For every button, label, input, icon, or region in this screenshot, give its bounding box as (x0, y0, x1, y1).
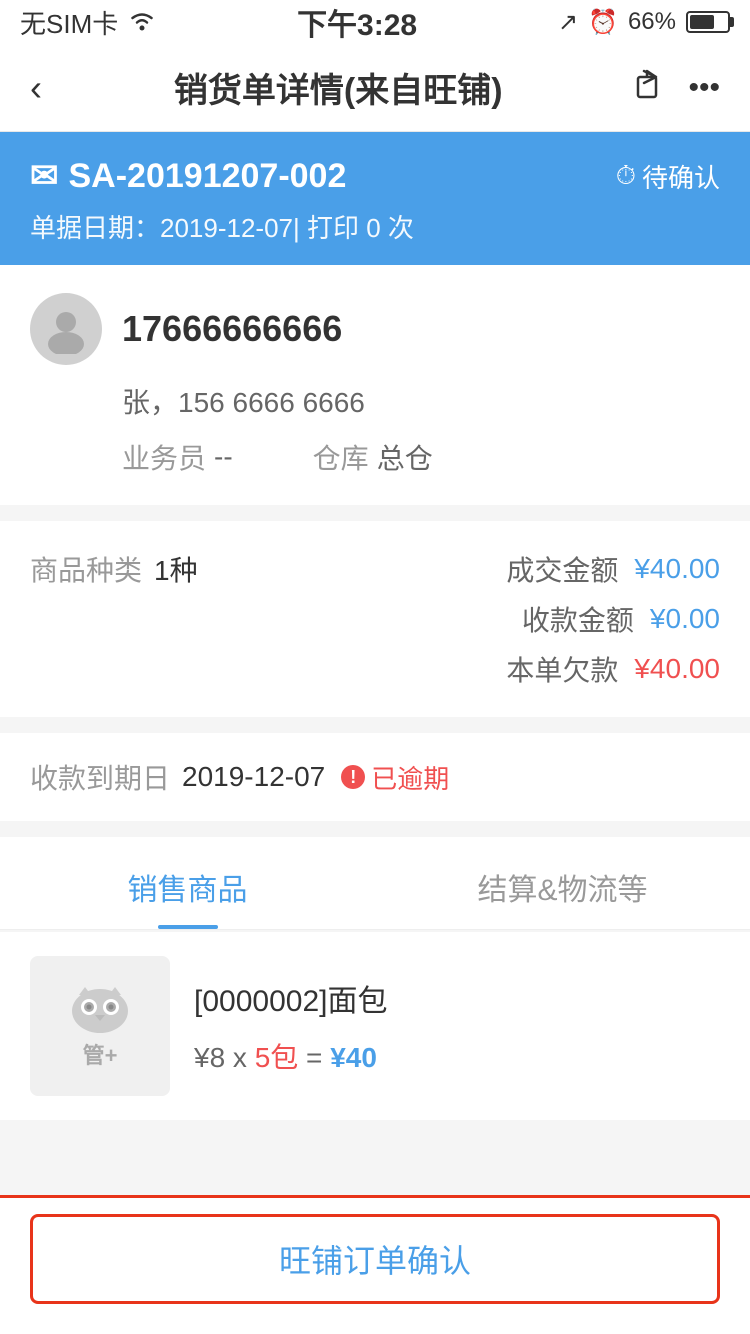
avatar (30, 293, 102, 365)
product-info: [0000002]面包 ¥8 x 5包 = ¥40 (194, 976, 720, 1076)
overdue-badge: ! 已逾期 (341, 759, 449, 796)
product-price: ¥8 x 5包 = ¥40 (194, 1036, 720, 1076)
status-bar: 无SIM卡 下午3:28 ↗ ⏰ 66% (0, 0, 750, 44)
alarm-icon: ⏰ (588, 8, 618, 37)
overdue-icon: ! (341, 765, 365, 789)
customer-meta: 业务员 -- 仓库 总仓 (30, 437, 720, 477)
customer-top: 17666666666 (30, 293, 720, 365)
status-bar-left: 无SIM卡 (20, 4, 156, 41)
confirm-button[interactable]: 旺铺订单确认 (30, 1214, 720, 1304)
product-name: [0000002]面包 (194, 976, 720, 1020)
share-button[interactable] (634, 67, 668, 109)
received-row: 收款金额 ¥0.00 (522, 599, 720, 639)
page-title: 销货单详情(来自旺铺) (174, 63, 503, 112)
nav-bar: ‹ 销货单详情(来自旺铺) ••• (0, 44, 750, 132)
product-section: 管+ [0000002]面包 ¥8 x 5包 = ¥40 (0, 932, 750, 1120)
battery-icon (686, 11, 730, 33)
product-thumb-text: 管+ (83, 1038, 118, 1070)
battery-label: 66% (628, 8, 676, 36)
balance-row: 本单欠款 ¥40.00 (506, 649, 720, 689)
product-count-value: 1种 (154, 549, 198, 589)
order-id: ✉ SA-20191207-002 (30, 156, 346, 196)
warehouse-label: 仓库 (313, 437, 369, 477)
bottom-bar: 旺铺订单确认 (0, 1195, 750, 1334)
amount-value: ¥40.00 (634, 553, 720, 585)
balance-label: 本单欠款 (506, 649, 618, 689)
customer-section: 17666666666 张，156 6666 6666 业务员 -- 仓库 总仓 (0, 265, 750, 505)
status-icon: ⏱ (616, 160, 636, 192)
due-date-section: 收款到期日 2019-12-07 ! 已逾期 (0, 733, 750, 821)
more-button[interactable]: ••• (688, 71, 720, 105)
product-thumbnail: 管+ (30, 956, 170, 1096)
balance-value: ¥40.00 (634, 653, 720, 685)
due-label: 收款到期日 (30, 757, 170, 797)
sales-value: -- (214, 441, 233, 473)
wifi-icon (128, 7, 156, 38)
carrier-label: 无SIM卡 (20, 4, 118, 41)
due-date-value: 2019-12-07 (182, 761, 325, 793)
order-date: 单据日期：2019-12-07| 打印 0 次 (30, 208, 720, 245)
product-item: 管+ [0000002]面包 ¥8 x 5包 = ¥40 (30, 956, 720, 1096)
order-icon: ✉ (30, 156, 59, 196)
tab-sales-products[interactable]: 销售商品 (0, 837, 375, 929)
customer-phone: 17666666666 (122, 308, 342, 350)
received-label: 收款金额 (522, 599, 634, 639)
order-status: ⏱ 待确认 (616, 158, 720, 195)
summary-right: 成交金额 ¥40.00 收款金额 ¥0.00 本单欠款 ¥40.00 (506, 549, 720, 689)
location-icon: ↗ (558, 8, 578, 37)
nav-actions: ••• (634, 67, 720, 109)
warehouse-value: 总仓 (377, 437, 433, 477)
tabs-section: 销售商品 结算&物流等 (0, 837, 750, 930)
overdue-text: 已逾期 (371, 759, 449, 796)
order-header-card: ✉ SA-20191207-002 ⏱ 待确认 单据日期：2019-12-07|… (0, 132, 750, 265)
status-bar-time: 下午3:28 (297, 0, 417, 44)
tab-settlement-logistics[interactable]: 结算&物流等 (375, 837, 750, 929)
customer-name: 张，156 6666 6666 (30, 381, 720, 421)
tabs-bar: 销售商品 结算&物流等 (0, 837, 750, 930)
status-bar-right: ↗ ⏰ 66% (558, 8, 730, 37)
summary-left: 商品种类 1种 (30, 549, 198, 589)
back-button[interactable]: ‹ (30, 67, 42, 109)
amount-row: 成交金额 ¥40.00 (506, 549, 720, 589)
product-count-label: 商品种类 (30, 549, 142, 589)
amount-label: 成交金额 (506, 549, 618, 589)
summary-section: 商品种类 1种 成交金额 ¥40.00 收款金额 ¥0.00 本单欠款 ¥40.… (0, 521, 750, 717)
sales-label: 业务员 (122, 437, 206, 477)
received-value: ¥0.00 (650, 603, 720, 635)
